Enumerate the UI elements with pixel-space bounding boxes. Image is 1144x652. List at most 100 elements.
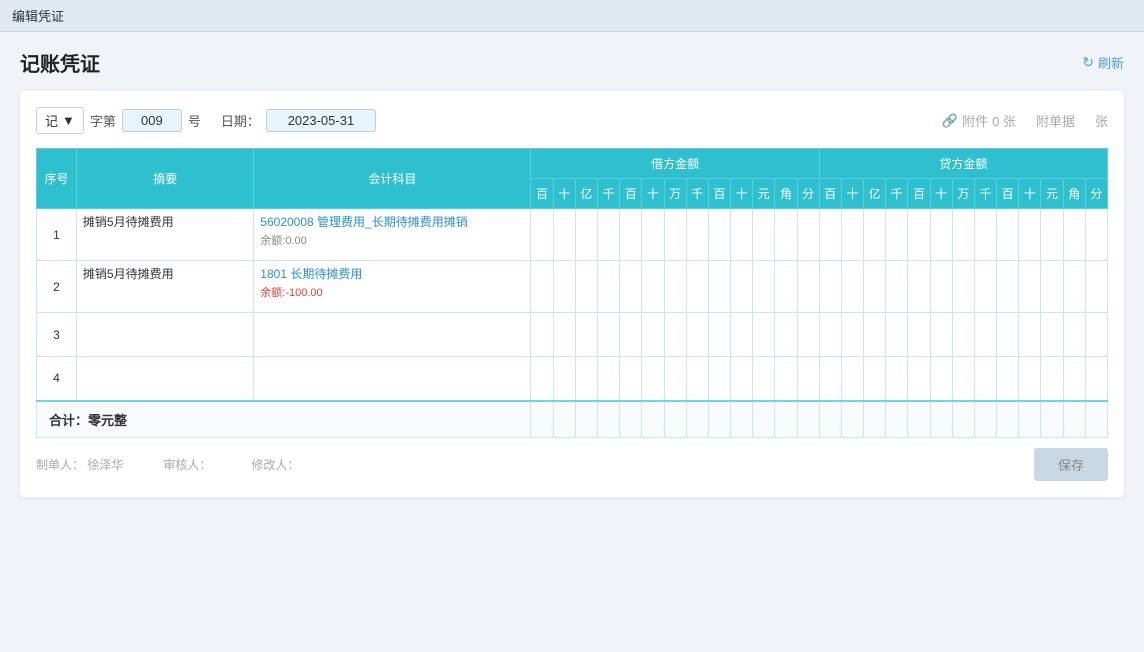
row1-credit-d12[interactable] xyxy=(1063,209,1085,261)
row2-summary[interactable]: 摊销5月待摊费用 xyxy=(76,261,253,313)
row2-debit-d7[interactable] xyxy=(664,261,686,313)
date-input[interactable] xyxy=(266,109,376,132)
row3-credit-d7[interactable] xyxy=(952,313,974,357)
row1-debit-d4[interactable] xyxy=(597,209,619,261)
row2-credit-d4[interactable] xyxy=(886,261,908,313)
row4-debit-d6[interactable] xyxy=(642,357,664,401)
row1-credit-d1[interactable] xyxy=(819,209,841,261)
row1-debit-d2[interactable] xyxy=(553,209,575,261)
row4-debit-d11[interactable] xyxy=(753,357,775,401)
row4-debit-d13[interactable] xyxy=(797,357,819,401)
row3-debit-d8[interactable] xyxy=(686,313,708,357)
row3-credit-d12[interactable] xyxy=(1063,313,1085,357)
row3-debit-d1[interactable] xyxy=(531,313,553,357)
row4-credit-d5[interactable] xyxy=(908,357,930,401)
row2-debit-d11[interactable] xyxy=(753,261,775,313)
row1-debit-d1[interactable] xyxy=(531,209,553,261)
row1-debit-d7[interactable] xyxy=(664,209,686,261)
row4-credit-d6[interactable] xyxy=(930,357,952,401)
row4-debit-d12[interactable] xyxy=(775,357,797,401)
type-dropdown[interactable]: 记 ▼ xyxy=(36,107,84,134)
row4-credit-d3[interactable] xyxy=(864,357,886,401)
row3-credit-d10[interactable] xyxy=(1019,313,1041,357)
row2-debit-d4[interactable] xyxy=(597,261,619,313)
row2-debit-d6[interactable] xyxy=(642,261,664,313)
row3-debit-d12[interactable] xyxy=(775,313,797,357)
row2-credit-d3[interactable] xyxy=(864,261,886,313)
row3-credit-d8[interactable] xyxy=(974,313,996,357)
row3-debit-d2[interactable] xyxy=(553,313,575,357)
row2-credit-d12[interactable] xyxy=(1063,261,1085,313)
row4-debit-d5[interactable] xyxy=(620,357,642,401)
row1-credit-d4[interactable] xyxy=(886,209,908,261)
row3-credit-d11[interactable] xyxy=(1041,313,1063,357)
row1-debit-d3[interactable] xyxy=(575,209,597,261)
row3-credit-d6[interactable] xyxy=(930,313,952,357)
row3-credit-d5[interactable] xyxy=(908,313,930,357)
row1-debit-d5[interactable] xyxy=(620,209,642,261)
row4-credit-d7[interactable] xyxy=(952,357,974,401)
row3-debit-d11[interactable] xyxy=(753,313,775,357)
row4-credit-d4[interactable] xyxy=(886,357,908,401)
row4-credit-d13[interactable] xyxy=(1085,357,1107,401)
row1-credit-d2[interactable] xyxy=(841,209,863,261)
save-button[interactable]: 保存 xyxy=(1034,448,1108,481)
row4-credit-d1[interactable] xyxy=(819,357,841,401)
row3-debit-d6[interactable] xyxy=(642,313,664,357)
row2-credit-d9[interactable] xyxy=(997,261,1019,313)
row4-summary[interactable] xyxy=(76,357,253,401)
row4-debit-d3[interactable] xyxy=(575,357,597,401)
row3-credit-d1[interactable] xyxy=(819,313,841,357)
row2-account[interactable]: 1801 长期待摊费用 余额:-100.00 xyxy=(254,261,531,313)
row1-debit-d11[interactable] xyxy=(753,209,775,261)
row4-debit-d8[interactable] xyxy=(686,357,708,401)
attach-single-label[interactable]: 附单据 xyxy=(1036,111,1075,130)
row2-debit-d13[interactable] xyxy=(797,261,819,313)
row2-debit-d5[interactable] xyxy=(620,261,642,313)
row1-debit-d10[interactable] xyxy=(731,209,753,261)
row2-credit-d1[interactable] xyxy=(819,261,841,313)
row3-account[interactable] xyxy=(254,313,531,357)
row1-credit-d7[interactable] xyxy=(952,209,974,261)
row1-debit-d9[interactable] xyxy=(708,209,730,261)
row2-credit-d10[interactable] xyxy=(1019,261,1041,313)
row3-credit-d9[interactable] xyxy=(997,313,1019,357)
row1-summary[interactable]: 摊销5月待摊费用 xyxy=(76,209,253,261)
row1-debit-d6[interactable] xyxy=(642,209,664,261)
number-input[interactable] xyxy=(122,109,182,132)
row2-credit-d8[interactable] xyxy=(974,261,996,313)
row1-debit-d12[interactable] xyxy=(775,209,797,261)
row3-debit-d13[interactable] xyxy=(797,313,819,357)
row2-credit-d11[interactable] xyxy=(1041,261,1063,313)
row4-debit-d9[interactable] xyxy=(708,357,730,401)
row4-debit-d7[interactable] xyxy=(664,357,686,401)
row2-credit-d7[interactable] xyxy=(952,261,974,313)
row4-credit-d9[interactable] xyxy=(997,357,1019,401)
row3-credit-d4[interactable] xyxy=(886,313,908,357)
row4-credit-d12[interactable] xyxy=(1063,357,1085,401)
row3-debit-d5[interactable] xyxy=(620,313,642,357)
row2-credit-d2[interactable] xyxy=(841,261,863,313)
row3-debit-d9[interactable] xyxy=(708,313,730,357)
row2-debit-d8[interactable] xyxy=(686,261,708,313)
row1-credit-d8[interactable] xyxy=(974,209,996,261)
row2-debit-d1[interactable] xyxy=(531,261,553,313)
row2-debit-d3[interactable] xyxy=(575,261,597,313)
row4-debit-d4[interactable] xyxy=(597,357,619,401)
row4-account[interactable] xyxy=(254,357,531,401)
row1-credit-d13[interactable] xyxy=(1085,209,1107,261)
row4-credit-d8[interactable] xyxy=(974,357,996,401)
row1-credit-d9[interactable] xyxy=(997,209,1019,261)
row4-credit-d10[interactable] xyxy=(1019,357,1041,401)
row1-credit-d10[interactable] xyxy=(1019,209,1041,261)
row4-debit-d10[interactable] xyxy=(731,357,753,401)
row2-debit-d12[interactable] xyxy=(775,261,797,313)
row3-credit-d13[interactable] xyxy=(1085,313,1107,357)
row4-debit-d2[interactable] xyxy=(553,357,575,401)
row3-debit-d4[interactable] xyxy=(597,313,619,357)
row3-credit-d3[interactable] xyxy=(864,313,886,357)
row2-debit-d10[interactable] xyxy=(731,261,753,313)
row1-account[interactable]: 56020008 管理费用_长期待摊费用摊销 余额:0.00 xyxy=(254,209,531,261)
row3-summary[interactable] xyxy=(76,313,253,357)
row4-debit-d1[interactable] xyxy=(531,357,553,401)
